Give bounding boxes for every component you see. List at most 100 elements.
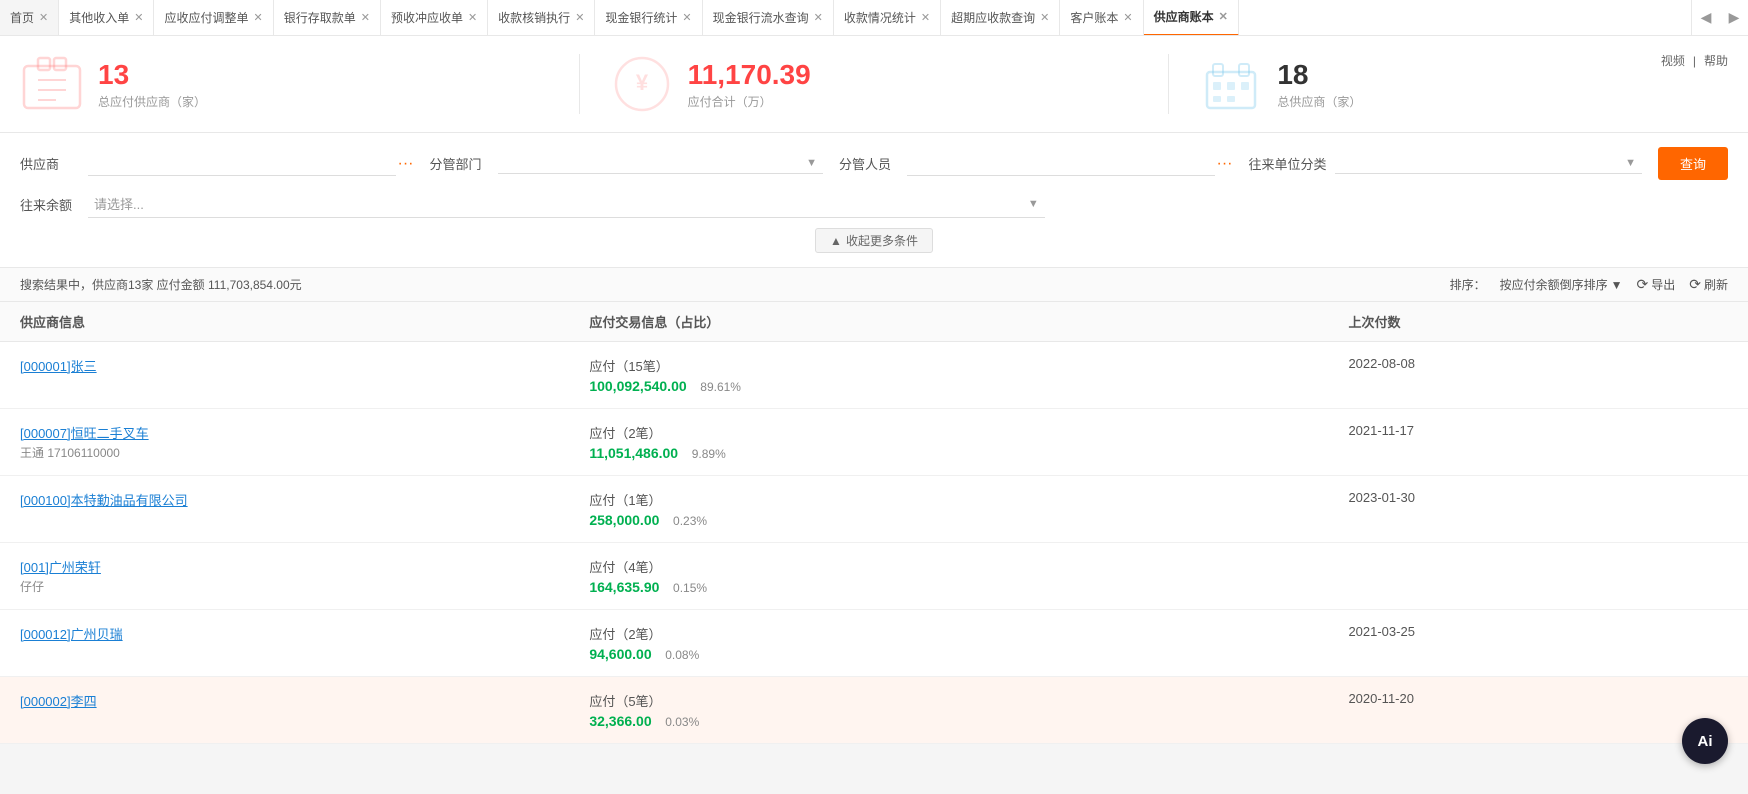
nav-tab-close-3[interactable]: ✕ <box>361 11 370 24</box>
table-row[interactable]: [000007]恒旺二手叉车 王通 17106110000 应付（2笔） 11,… <box>0 409 1748 476</box>
page-wrapper: 首页✕其他收入单✕应收应付调整单✕银行存取款单✕预收冲应收单✕收款核销执行✕现金… <box>0 0 1748 794</box>
td-lastpay-5: 2020-11-20 <box>1348 691 1728 706</box>
dept-select[interactable]: ▼ <box>498 153 824 174</box>
data-table: 供应商信息 应付交易信息（占比） 上次付数 [000001]张三 应付（15笔）… <box>0 302 1748 744</box>
table-header: 供应商信息 应付交易信息（占比） 上次付数 <box>0 302 1748 342</box>
category-select[interactable]: ▼ <box>1335 153 1642 174</box>
result-bar: 搜索结果中，供应商13家 应付金额 111,703,854.00元 排序： 按应… <box>0 268 1748 302</box>
stat-text-suppliers: 13 总应付供应商（家） <box>98 58 206 111</box>
table-row[interactable]: [001]广州荣轩 仔仔 应付（4笔） 164,635.90 0.15% <box>0 543 1748 610</box>
nav-tab-7[interactable]: 现金银行流水查询✕ <box>703 0 834 36</box>
nav-tab-2[interactable]: 应收应付调整单✕ <box>154 0 273 36</box>
nav-tab-1[interactable]: 其他收入单 ✕ <box>59 0 154 36</box>
supplier-dots-icon[interactable]: ··· <box>398 155 414 173</box>
table-row[interactable]: [000001]张三 应付（15笔） 100,092,540.00 89.61%… <box>0 342 1748 409</box>
supplier-link-0[interactable]: [000001]张三 <box>20 356 589 375</box>
nav-tab-6[interactable]: 现金银行统计✕ <box>595 0 702 36</box>
tx-label-1: 应付（2笔） <box>589 423 1348 442</box>
filter-item-supplier: 供应商 ··· <box>20 152 414 176</box>
nav-tab-label-3: 银行存取款单 <box>284 9 356 26</box>
collapse-button[interactable]: ▲ 收起更多条件 <box>815 228 933 253</box>
stat-icon-suppliers <box>20 52 84 116</box>
nav-tab-close-2[interactable]: ✕ <box>253 11 262 24</box>
supplier-link-3[interactable]: [001]广州荣轩 <box>20 557 589 576</box>
nav-tab-close-7[interactable]: ✕ <box>814 11 823 24</box>
tx-percent-0: 89.61% <box>700 380 741 394</box>
export-button[interactable]: ⟳ 导出 <box>1637 276 1676 293</box>
sort-value: 按应付余额倒序排序 <box>1500 276 1608 293</box>
refresh-icon: ⟳ <box>1689 276 1701 293</box>
nav-tab-close-9[interactable]: ✕ <box>1040 11 1049 24</box>
person-dots-icon[interactable]: ··· <box>1217 155 1233 173</box>
supplier-label: 供应商 <box>20 154 80 173</box>
td-supplier-2: [000100]本特勤油品有限公司 <box>20 490 589 511</box>
tx-percent-1: 9.89% <box>692 447 726 461</box>
nav-tab-3[interactable]: 银行存取款单 ✕ <box>274 0 381 36</box>
td-transaction-3: 应付（4笔） 164,635.90 0.15% <box>589 557 1348 595</box>
nav-tab-close-6[interactable]: ✕ <box>682 11 691 24</box>
video-link[interactable]: 视频 <box>1661 52 1685 69</box>
nav-tab-5[interactable]: 收款核销执行✕ <box>488 0 595 36</box>
category-chevron-icon: ▼ <box>1625 157 1636 169</box>
collapse-bar: ▲ 收起更多条件 <box>20 228 1728 253</box>
tx-label-3: 应付（4笔） <box>589 557 1348 576</box>
stat-icon-amount: ¥ <box>610 52 674 116</box>
collapse-up-icon: ▲ <box>830 234 842 248</box>
td-transaction-0: 应付（15笔） 100,092,540.00 89.61% <box>589 356 1348 394</box>
sort-select[interactable]: 按应付余额倒序排序 ▼ <box>1500 276 1623 293</box>
table-row[interactable]: [000100]本特勤油品有限公司 应付（1笔） 258,000.00 0.23… <box>0 476 1748 543</box>
nav-tab-8[interactable]: 收款情况统计 ✕ <box>834 0 941 36</box>
filter-item-person: 分管人员 ··· <box>839 152 1233 176</box>
table-row[interactable]: [000002]李四 应付（5笔） 32,366.00 0.03% 2020-1… <box>0 677 1748 744</box>
nav-tab-label-1: 其他收入单 <box>69 9 129 26</box>
supplier-link-2[interactable]: [000100]本特勤油品有限公司 <box>20 490 589 509</box>
nav-tab-4[interactable]: 预收冲应收单 ✕ <box>381 0 488 36</box>
nav-tab-10[interactable]: 客户账本✕ <box>1060 0 1143 36</box>
nav-tab-close-4[interactable]: ✕ <box>468 11 477 24</box>
table-row[interactable]: [000012]广州贝瑞 应付（2笔） 94,600.00 0.08% 2021… <box>0 610 1748 677</box>
supplier-input[interactable] <box>88 152 396 176</box>
nav-tab-label-8: 收款情况统计 <box>844 9 916 26</box>
nav-tab-close-0[interactable]: ✕ <box>39 11 48 24</box>
nav-tab-0[interactable]: 首页 ✕ <box>0 0 59 36</box>
td-lastpay-4: 2021-03-25 <box>1348 624 1728 639</box>
td-lastpay-1: 2021-11-17 <box>1348 423 1728 438</box>
supplier-link-4[interactable]: [000012]广州贝瑞 <box>20 624 589 643</box>
nav-prev-button[interactable]: ◀ <box>1692 0 1720 36</box>
stat-number-total: 18 <box>1277 58 1361 92</box>
th-lastpay: 上次付数 <box>1348 312 1728 331</box>
nav-next-button[interactable]: ▶ <box>1720 0 1748 36</box>
th-supplier: 供应商信息 <box>20 312 589 331</box>
supplier-sub-1: 王通 17106110000 <box>20 446 120 460</box>
stat-number-suppliers: 13 <box>98 58 206 92</box>
nav-tab-close-8[interactable]: ✕ <box>921 11 930 24</box>
person-input[interactable] <box>907 152 1215 176</box>
search-button[interactable]: 查询 <box>1658 147 1728 180</box>
td-supplier-3: [001]广州荣轩 仔仔 <box>20 557 589 595</box>
nav-tab-11[interactable]: 供应商账本✕ <box>1144 0 1239 36</box>
top-right-links: 视频 | 帮助 <box>1661 52 1728 69</box>
nav-tab-close-1[interactable]: ✕ <box>134 11 143 24</box>
tx-amount-0: 100,092,540.00 <box>589 378 686 394</box>
ai-button[interactable]: Ai <box>1682 718 1728 764</box>
supplier-link-1[interactable]: [000007]恒旺二手叉车 <box>20 423 589 442</box>
supplier-link-5[interactable]: [000002]李四 <box>20 691 589 710</box>
help-link[interactable]: 帮助 <box>1704 52 1728 69</box>
nav-tab-close-10[interactable]: ✕ <box>1123 11 1132 24</box>
nav-tab-9[interactable]: 超期应收款查询✕ <box>941 0 1060 36</box>
nav-tab-label-0: 首页 <box>10 9 34 26</box>
stat-label-suppliers: 总应付供应商（家） <box>98 93 206 110</box>
nav-tab-close-5[interactable]: ✕ <box>575 11 584 24</box>
refresh-button[interactable]: ⟳ 刷新 <box>1689 276 1728 293</box>
nav-tab-close-11[interactable]: ✕ <box>1219 10 1228 23</box>
collapse-label: 收起更多条件 <box>846 232 918 249</box>
td-supplier-0: [000001]张三 <box>20 356 589 377</box>
balance-select[interactable]: 请选择... ▼ <box>88 190 1045 218</box>
tx-amount-3: 164,635.90 <box>589 579 659 595</box>
tx-amount-1: 11,051,486.00 <box>589 445 678 461</box>
nav-tab-label-4: 预收冲应收单 <box>391 9 463 26</box>
stats-header: 13 总应付供应商（家） ¥ 11,170.39 应付合计（万） <box>0 36 1748 133</box>
dept-chevron-icon: ▼ <box>806 157 817 169</box>
tx-label-5: 应付（5笔） <box>589 691 1348 710</box>
tx-label-0: 应付（15笔） <box>589 356 1348 375</box>
